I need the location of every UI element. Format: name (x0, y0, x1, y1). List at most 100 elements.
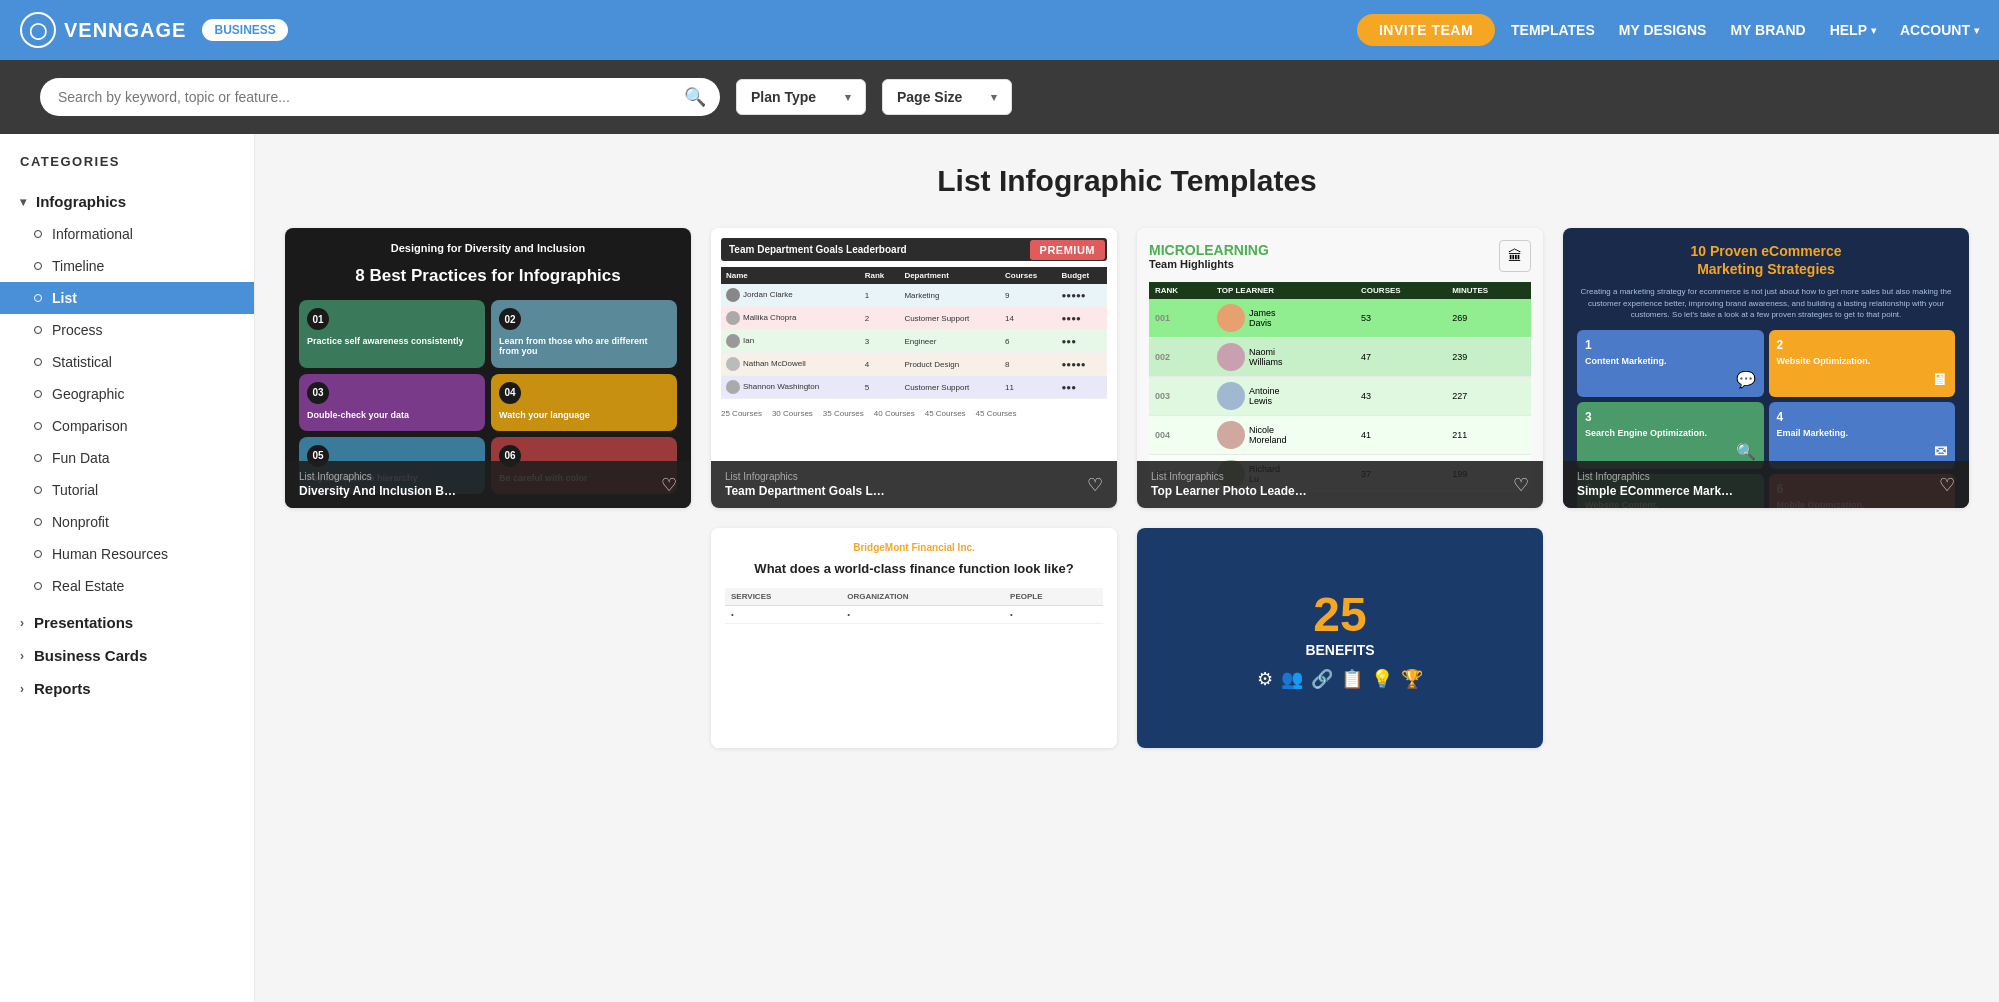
page-size-dropdown[interactable]: Page Size ▾ (882, 79, 1012, 115)
sidebar-child-nonprofit[interactable]: Nonprofit (0, 506, 254, 538)
col-rank: Rank (860, 267, 900, 284)
dot-icon (34, 454, 42, 462)
favorite-button[interactable]: ♡ (1939, 474, 1955, 496)
favorite-button[interactable]: ♡ (1087, 474, 1103, 496)
dot-icon (34, 422, 42, 430)
logo-icon: ◯ (20, 12, 56, 48)
favorite-button[interactable]: ♡ (661, 474, 677, 496)
card-category: List Infographics (725, 471, 885, 482)
sidebar-child-real-estate[interactable]: Real Estate (0, 570, 254, 602)
card-footer-text: List Infographics Team Department Goals … (725, 471, 885, 498)
template-card-benefits[interactable]: 25 BENEFITS ⚙ 👥 🔗 📋 💡 🏆 (1137, 528, 1543, 748)
item-text: Learn from those who are different from … (499, 336, 669, 356)
help-chevron-icon: ▾ (1871, 25, 1876, 36)
sidebar-child-informational[interactable]: Informational (0, 218, 254, 250)
card3-title-black: Team Highlights (1149, 258, 1269, 270)
template-card-team-goals[interactable]: PREMIUM Team Department Goals Leaderboar… (711, 228, 1117, 508)
header: ◯ VENNGAGE BUSINESS INVITE TEAM TEMPLATE… (0, 0, 1999, 60)
plan-type-dropdown[interactable]: Plan Type ▾ (736, 79, 866, 115)
favorite-button[interactable]: ♡ (1513, 474, 1529, 496)
brand-name: VENNGAGE (64, 19, 186, 42)
reports-chevron-icon: › (20, 682, 24, 696)
template-grid: Designing for Diversity and Inclusion 8 … (285, 228, 1969, 508)
seo-icon: 🔍 (1736, 442, 1756, 461)
main-layout: CATEGORIES ▾ Infographics Informational … (0, 134, 1999, 1002)
card6-number: 25 (1151, 587, 1529, 642)
card-footer-text: List Infographics Simple ECommerce Marke… (1577, 471, 1737, 498)
template-card-finance[interactable]: BridgeMont Financial Inc. What does a wo… (711, 528, 1117, 748)
sidebar-child-statistical[interactable]: Statistical (0, 346, 254, 378)
card3-header: MICROLEARNING Team Highlights 🏛 (1149, 240, 1531, 272)
dot-icon (34, 550, 42, 558)
brand-logo[interactable]: ◯ VENNGAGE (20, 12, 186, 48)
card2-summary: 25 Courses30 Courses35 Courses40 Courses… (721, 409, 1107, 418)
list-item: 01 Practice self awareness consistently (299, 300, 485, 367)
col-name: Name (721, 267, 860, 284)
sidebar-child-comparison[interactable]: Comparison (0, 410, 254, 442)
sidebar-child-list[interactable]: List (0, 282, 254, 314)
template-card-diversity[interactable]: Designing for Diversity and Inclusion 8 … (285, 228, 691, 508)
learning-center-icon: 🏛 (1499, 240, 1531, 272)
search-input[interactable] (40, 78, 720, 116)
dot-icon (34, 390, 42, 398)
sidebar: CATEGORIES ▾ Infographics Informational … (0, 134, 255, 1002)
list-item: 04 Watch your language (491, 374, 677, 431)
item-text: Watch your language (499, 410, 669, 420)
card-image-finance: BridgeMont Financial Inc. What does a wo… (711, 528, 1117, 748)
main-nav: TEMPLATES MY DESIGNS MY BRAND HELP ▾ ACC… (1511, 22, 1979, 38)
card-footer: List Infographics Diversity And Inclusio… (285, 461, 691, 508)
dot-icon (34, 294, 42, 302)
list-item: 02 Learn from those who are different fr… (491, 300, 677, 367)
table-row: 001 JamesDavis 53269 (1149, 299, 1531, 338)
card-name: Diversity And Inclusion Best Practic... (299, 484, 459, 498)
list-item: 03 Double-check your data (299, 374, 485, 431)
sidebar-section-infographics: ▾ Infographics Informational Timeline Li… (0, 185, 254, 602)
card-footer: List Infographics Top Learner Photo Lead… (1137, 461, 1543, 508)
dot-icon (34, 326, 42, 334)
infographics-chevron-icon: ▾ (20, 195, 26, 209)
list-item: 2 Website Optimization. 🖥 (1769, 330, 1956, 397)
icon6: 🏆 (1401, 668, 1423, 690)
dot-icon (34, 486, 42, 494)
sidebar-child-tutorial[interactable]: Tutorial (0, 474, 254, 506)
list-item: 4 Email Marketing. ✉ (1769, 402, 1956, 469)
sidebar-child-fun-data[interactable]: Fun Data (0, 442, 254, 474)
template-card-ecommerce[interactable]: 10 Proven eCommerce Marketing Strategies… (1563, 228, 1969, 508)
nav-templates[interactable]: TEMPLATES (1511, 22, 1595, 38)
search-bar-container: 🔍 (40, 78, 720, 116)
card-footer-text: List Infographics Top Learner Photo Lead… (1151, 471, 1311, 498)
template-card-microlearning[interactable]: MICROLEARNING Team Highlights 🏛 RANK TOP… (1137, 228, 1543, 508)
table-row: Mallika Chopra 2Customer Support14●●●● (721, 307, 1107, 330)
card5-table: SERVICES ORGANIZATION PEOPLE ••• (725, 588, 1103, 624)
nav-my-brand[interactable]: MY BRAND (1730, 22, 1805, 38)
item-number: 02 (499, 308, 521, 330)
card-name: Simple ECommerce Marketing Stra... (1577, 484, 1737, 498)
content-area: List Infographic Templates Designing for… (255, 134, 1999, 1002)
sidebar-item-business-cards[interactable]: › Business Cards (0, 639, 254, 672)
card1-subtitle: Designing for Diversity and Inclusion (299, 242, 677, 254)
col-courses: Courses (1000, 267, 1056, 284)
sidebar-child-geographic[interactable]: Geographic (0, 378, 254, 410)
sidebar-item-infographics[interactable]: ▾ Infographics (0, 185, 254, 218)
search-section: 🔍 Plan Type ▾ Page Size ▾ (0, 60, 1999, 134)
nav-account[interactable]: ACCOUNT ▾ (1900, 22, 1979, 38)
search-button[interactable]: 🔍 (684, 86, 706, 108)
sidebar-item-reports[interactable]: › Reports (0, 672, 254, 705)
card-category: List Infographics (1577, 471, 1737, 482)
invite-team-button[interactable]: INVITE TEAM (1357, 14, 1495, 46)
card-category: List Infographics (1151, 471, 1311, 482)
card-name: Top Learner Photo Leaderboard Mi... (1151, 484, 1311, 498)
website-opt-icon: 🖥 (1931, 371, 1947, 389)
sidebar-child-human-resources[interactable]: Human Resources (0, 538, 254, 570)
card-footer-text: List Infographics Diversity And Inclusio… (299, 471, 459, 498)
card3-title-green: MICROLEARNING (1149, 242, 1269, 259)
account-chevron-icon: ▾ (1974, 25, 1979, 36)
nav-help[interactable]: HELP ▾ (1830, 22, 1876, 38)
sidebar-child-process[interactable]: Process (0, 314, 254, 346)
icon1: ⚙ (1257, 668, 1273, 690)
card6-icons: ⚙ 👥 🔗 📋 💡 🏆 (1151, 668, 1529, 690)
sidebar-item-presentations[interactable]: › Presentations (0, 606, 254, 639)
dot-icon (34, 518, 42, 526)
sidebar-child-timeline[interactable]: Timeline (0, 250, 254, 282)
nav-my-designs[interactable]: MY DESIGNS (1619, 22, 1707, 38)
